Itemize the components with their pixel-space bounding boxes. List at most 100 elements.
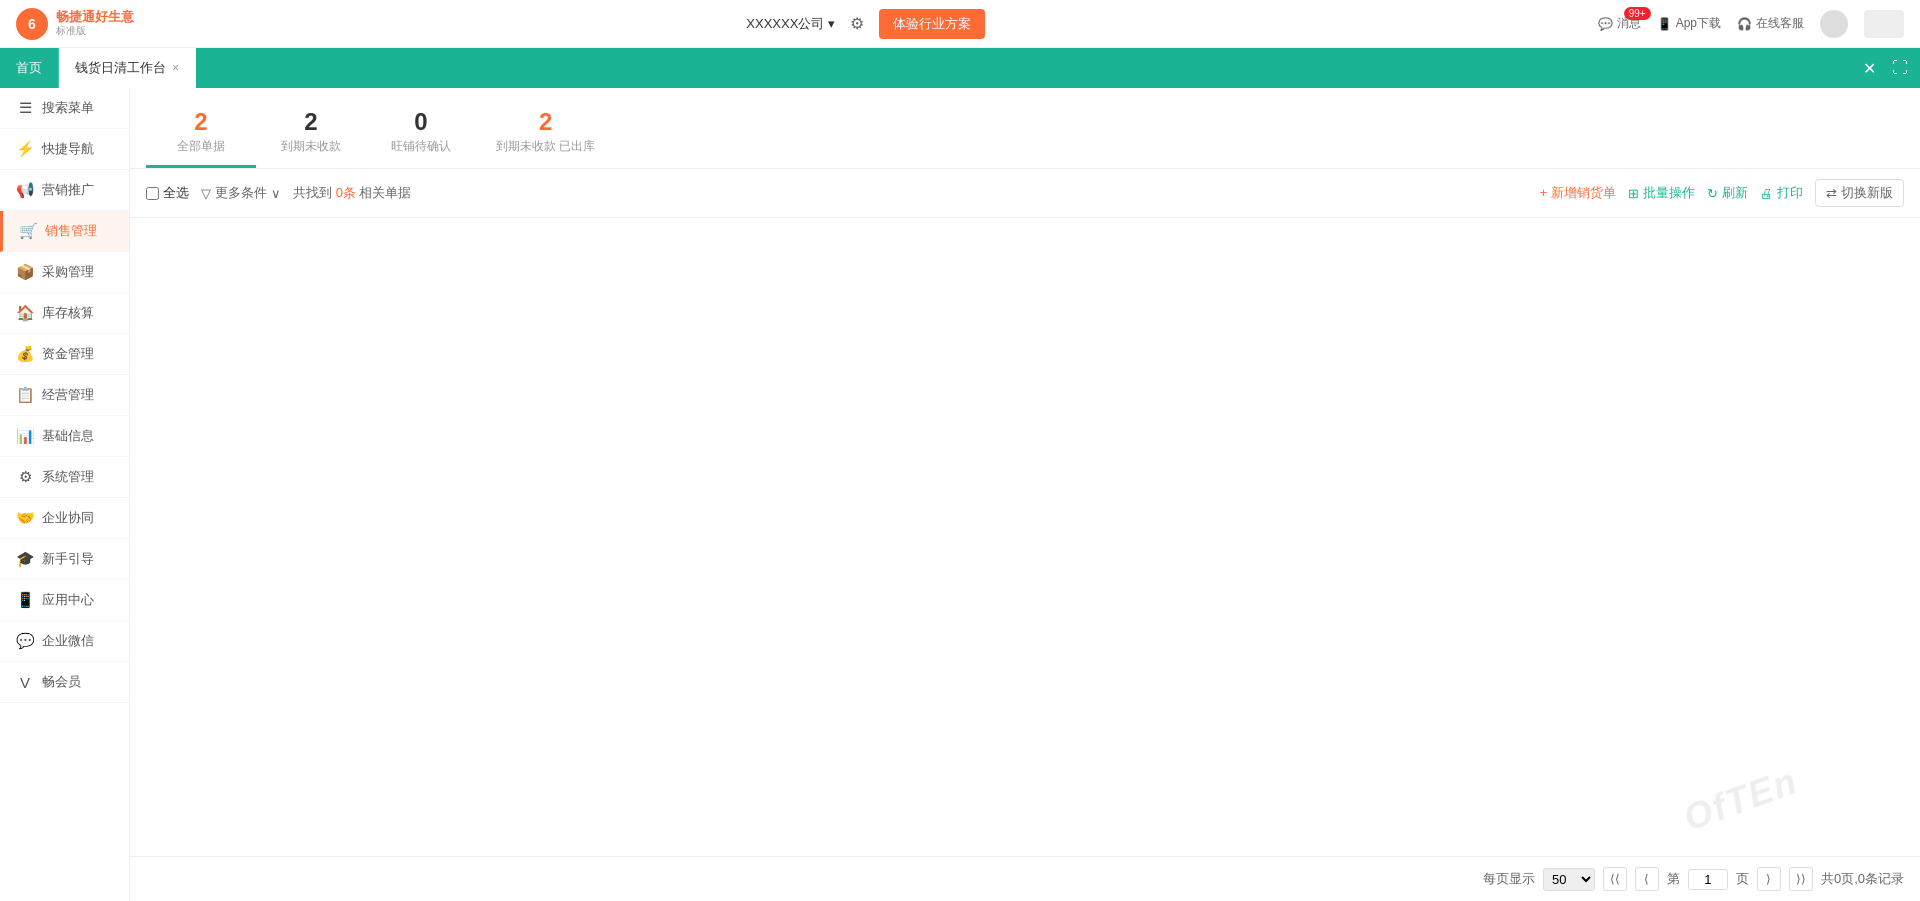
stat-tab-all[interactable]: 2 全部单据 <box>146 100 256 168</box>
per-page-select[interactable]: 50 100 200 <box>1543 868 1595 891</box>
stat-num-shipped: 2 <box>539 108 552 136</box>
print-button[interactable]: 🖨 打印 <box>1760 184 1803 202</box>
guide-icon: 🎓 <box>16 550 34 568</box>
close-tab-icon[interactable]: × <box>172 61 179 75</box>
stat-label-all: 全部单据 <box>177 138 225 155</box>
sidebar-item-basic-info[interactable]: 📊 基础信息 <box>0 416 129 457</box>
app-download-label: App下载 <box>1676 15 1721 32</box>
sidebar-item-cooperation[interactable]: 🤝 企业协同 <box>0 498 129 539</box>
sidebar-item-guide[interactable]: 🎓 新手引导 <box>0 539 129 580</box>
logo-sub: 标准版 <box>56 24 134 38</box>
marketing-icon: 📢 <box>16 181 34 199</box>
avatar[interactable] <box>1820 10 1848 38</box>
sidebar-item-purchase[interactable]: 📦 采购管理 <box>0 252 129 293</box>
online-service-item[interactable]: 🎧 在线客服 <box>1737 15 1804 32</box>
search-menu-icon: ☰ <box>16 99 34 117</box>
stat-label-pending: 旺铺待确认 <box>391 138 451 155</box>
table-area <box>130 218 1920 856</box>
sidebar-item-label: 企业微信 <box>42 632 94 650</box>
filter-icon: ▽ <box>201 186 211 201</box>
main-layout: ☰ 搜索菜单 ⚡ 快捷导航 📢 营销推广 🛒 销售管理 📦 采购管理 🏠 库存核… <box>0 88 1920 901</box>
sidebar-item-label: 基础信息 <box>42 427 94 445</box>
select-all-checkbox[interactable] <box>146 187 159 200</box>
sidebar-item-label: 畅会员 <box>42 673 81 691</box>
found-count: 0条 <box>336 185 356 200</box>
add-sales-order-button[interactable]: + 新增销货单 <box>1540 184 1616 202</box>
company-name: XXXXXX公司 <box>746 15 824 33</box>
chevron-down-icon: ∨ <box>271 186 281 201</box>
batch-operation-button[interactable]: ⊞ 批量操作 <box>1628 184 1695 202</box>
select-all-label: 全选 <box>163 184 189 202</box>
close-window-button[interactable]: ✕ <box>1859 55 1880 82</box>
message-item[interactable]: 💬 消息 99+ <box>1598 15 1641 32</box>
user-menu[interactable] <box>1864 10 1904 38</box>
sidebar-item-finance[interactable]: 💰 资金管理 <box>0 334 129 375</box>
sidebar-item-label: 销售管理 <box>45 222 97 240</box>
chevron-down-icon: ▾ <box>828 16 835 31</box>
quick-nav-icon: ⚡ <box>16 140 34 158</box>
stat-label-shipped: 到期未收款 已出库 <box>496 138 595 155</box>
member-icon: V <box>16 674 34 691</box>
stat-num-all: 2 <box>194 108 207 136</box>
sidebar: ☰ 搜索菜单 ⚡ 快捷导航 📢 营销推广 🛒 销售管理 📦 采购管理 🏠 库存核… <box>0 88 130 901</box>
wechat-icon: 💬 <box>16 632 34 650</box>
maximize-button[interactable]: ⛶ <box>1888 55 1912 81</box>
total-records-label: 共0页,0条记录 <box>1821 870 1904 888</box>
stat-tab-overdue[interactable]: 2 到期未收款 <box>256 100 366 168</box>
gear-button[interactable]: ⚙ <box>843 10 871 38</box>
sidebar-item-member[interactable]: V 畅会员 <box>0 662 129 703</box>
next-page-button[interactable]: ⟩ <box>1757 867 1781 891</box>
switch-version-button[interactable]: ⇄ 切换新版 <box>1815 179 1904 207</box>
purchase-icon: 📦 <box>16 263 34 281</box>
refresh-icon: ↻ <box>1707 186 1718 201</box>
sidebar-item-inventory[interactable]: 🏠 库存核算 <box>0 293 129 334</box>
content-area: 2 全部单据 2 到期未收款 0 旺铺待确认 2 到期未收款 已出库 全选 <box>130 88 1920 901</box>
sidebar-item-label: 系统管理 <box>42 468 94 486</box>
sidebar-item-search[interactable]: ☰ 搜索菜单 <box>0 88 129 129</box>
sidebar-item-wechat[interactable]: 💬 企业微信 <box>0 621 129 662</box>
app-download-item[interactable]: 📱 App下载 <box>1657 15 1721 32</box>
trial-button[interactable]: 体验行业方案 <box>879 9 985 39</box>
stat-tab-pending[interactable]: 0 旺铺待确认 <box>366 100 476 168</box>
download-icon: 📱 <box>1657 17 1672 31</box>
prev-page-button[interactable]: ⟨ <box>1635 867 1659 891</box>
sidebar-item-marketing[interactable]: 📢 营销推广 <box>0 170 129 211</box>
logo-name: 畅捷通好生意 <box>56 9 134 25</box>
first-page-button[interactable]: ⟨⟨ <box>1603 867 1627 891</box>
switch-icon: ⇄ <box>1826 186 1837 201</box>
sidebar-item-quick-nav[interactable]: ⚡ 快捷导航 <box>0 129 129 170</box>
sidebar-item-label: 资金管理 <box>42 345 94 363</box>
sales-icon: 🛒 <box>19 222 37 240</box>
sidebar-item-operations[interactable]: 📋 经营管理 <box>0 375 129 416</box>
logo-icon: 6 <box>16 8 48 40</box>
header-right: 💬 消息 99+ 📱 App下载 🎧 在线客服 <box>1598 10 1904 38</box>
page-label: 第 <box>1667 870 1680 888</box>
select-all-area[interactable]: 全选 <box>146 184 189 202</box>
company-selector[interactable]: XXXXXX公司 ▾ <box>746 15 835 33</box>
stat-num-overdue: 2 <box>304 108 317 136</box>
page-suffix: 页 <box>1736 870 1749 888</box>
filter-button[interactable]: ▽ 更多条件 ∨ <box>201 184 281 202</box>
finance-icon: 💰 <box>16 345 34 363</box>
sidebar-item-sales[interactable]: 🛒 销售管理 <box>0 211 129 252</box>
header-center: XXXXXX公司 ▾ ⚙ 体验行业方案 <box>746 9 985 39</box>
pagination: 每页显示 50 100 200 ⟨⟨ ⟨ 第 页 ⟩ ⟩⟩ 共0页,0条记录 <box>130 856 1920 901</box>
last-page-button[interactable]: ⟩⟩ <box>1789 867 1813 891</box>
logo-area: 6 畅捷通好生意 标准版 <box>16 8 134 40</box>
sidebar-item-label: 快捷导航 <box>42 140 94 158</box>
stat-tab-shipped[interactable]: 2 到期未收款 已出库 <box>476 100 615 168</box>
tab-home[interactable]: 首页 <box>0 48 59 88</box>
sidebar-item-system[interactable]: ⚙ 系统管理 <box>0 457 129 498</box>
sidebar-item-label: 搜索菜单 <box>42 99 94 117</box>
basic-info-icon: 📊 <box>16 427 34 445</box>
sidebar-item-label: 营销推广 <box>42 181 94 199</box>
sidebar-item-label: 应用中心 <box>42 591 94 609</box>
refresh-button[interactable]: ↻ 刷新 <box>1707 184 1748 202</box>
page-number-input[interactable] <box>1688 869 1728 890</box>
sidebar-item-label: 采购管理 <box>42 263 94 281</box>
message-badge: 99+ <box>1624 7 1651 20</box>
tab-workbench[interactable]: 钱货日清工作台 × <box>59 48 196 88</box>
sidebar-item-app-center[interactable]: 📱 应用中心 <box>0 580 129 621</box>
online-service-label: 在线客服 <box>1756 15 1804 32</box>
tab-workbench-label: 钱货日清工作台 <box>75 59 166 77</box>
